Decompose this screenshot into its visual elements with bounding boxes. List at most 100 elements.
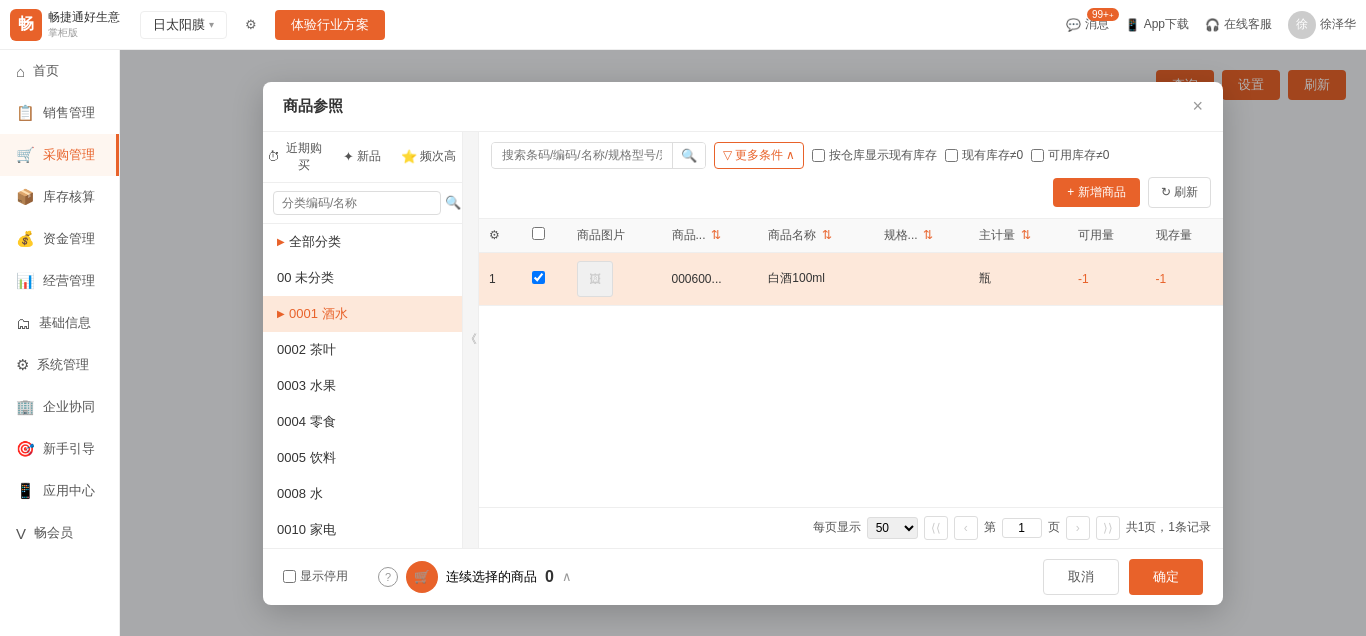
sidebar-item-basic[interactable]: 🗂 基础信息: [0, 302, 119, 344]
refresh-button[interactable]: ↻ 刷新: [1148, 177, 1211, 208]
sidebar-item-member[interactable]: V 畅会员: [0, 512, 119, 554]
sidebar-item-home[interactable]: ⌂ 首页: [0, 50, 119, 92]
new-icon: ✦: [343, 149, 354, 164]
sidebar-item-purchase[interactable]: 🛒 采购管理: [0, 134, 119, 176]
check-usable-nonzero[interactable]: 可用库存≠0: [1031, 147, 1109, 164]
sidebar-item-finance[interactable]: 💰 资金管理: [0, 218, 119, 260]
nav-msg[interactable]: 💬 消息 99++: [1066, 16, 1109, 33]
recent-icon: ⏱: [267, 149, 280, 164]
col-checkbox: [522, 219, 568, 253]
cat-0005[interactable]: 0005 饮料: [263, 440, 462, 476]
row-code: 000600...: [662, 252, 759, 305]
row-checkbox[interactable]: [522, 252, 568, 305]
usable-nonzero-checkbox[interactable]: [1031, 149, 1044, 162]
check-available-nonzero[interactable]: 现有库存≠0: [945, 147, 1023, 164]
row-name: 白酒100ml: [758, 252, 873, 305]
col-name[interactable]: 商品名称 ⇅: [758, 219, 873, 253]
tab-freq[interactable]: ⭐ 频次高: [396, 132, 462, 182]
category-search-input[interactable]: [273, 191, 441, 215]
sidebar: ⌂ 首页 📋 销售管理 🛒 采购管理 📦 库存核算 💰 资金管理 📊 经营管理 …: [0, 50, 120, 636]
sidebar-item-operation[interactable]: 📊 经营管理: [0, 260, 119, 302]
col-unit[interactable]: 主计量 ⇅: [969, 219, 1068, 253]
collapse-panel-button[interactable]: 《: [463, 132, 479, 548]
sort-icon: ⇅: [822, 228, 832, 242]
settings-icon[interactable]: ⚙: [235, 9, 267, 41]
disabled-checkbox[interactable]: [283, 570, 296, 583]
sidebar-item-system[interactable]: ⚙ 系统管理: [0, 344, 119, 386]
filter-icon: ▽: [723, 148, 732, 162]
show-disabled-checkbox[interactable]: 显示停用: [283, 568, 348, 585]
col-stock: 现存量: [1146, 219, 1223, 253]
trial-button[interactable]: 体验行业方案: [275, 10, 385, 40]
col-settings[interactable]: ⚙: [479, 219, 522, 253]
filter-button[interactable]: ▽ 更多条件 ∧: [714, 142, 804, 169]
by-warehouse-checkbox[interactable]: [812, 149, 825, 162]
guide-icon: 🎯: [16, 440, 35, 458]
category-panel: ⏱ 近期购买 ✦ 新品 ⭐ 频次高: [263, 132, 463, 548]
check-by-warehouse[interactable]: 按仓库显示现有库存: [812, 147, 937, 164]
product-search-icon[interactable]: 🔍: [672, 143, 705, 168]
cat-0003[interactable]: 0003 水果: [263, 368, 462, 404]
footer-right: 取消 确定: [1043, 559, 1203, 595]
select-all-checkbox[interactable]: [532, 227, 545, 240]
collapse-up-icon[interactable]: ∧: [562, 569, 572, 584]
add-product-button[interactable]: + 新增商品: [1053, 178, 1139, 207]
cancel-button[interactable]: 取消: [1043, 559, 1119, 595]
category-list: ▶ 全部分类 00 未分类 ▶ 0001 酒水 0002 茶: [263, 224, 462, 548]
last-page-button[interactable]: ⟩⟩: [1096, 516, 1120, 540]
sort-icon: ⇅: [711, 228, 721, 242]
modal-close-button[interactable]: ×: [1192, 96, 1203, 117]
available-nonzero-checkbox[interactable]: [945, 149, 958, 162]
cat-0004[interactable]: 0004 零食: [263, 404, 462, 440]
product-panel: 🔍 ▽ 更多条件 ∧ 按仓库显示现有库存: [479, 132, 1223, 548]
pagination: 每页显示 50 10 20 100 ⟨⟨ ‹ 第 页: [479, 507, 1223, 548]
confirm-button[interactable]: 确定: [1129, 559, 1203, 595]
nav-service[interactable]: 🎧 在线客服: [1205, 16, 1272, 33]
sidebar-item-enterprise[interactable]: 🏢 企业协同: [0, 386, 119, 428]
product-ref-modal: 商品参照 × ⏱ 近期购买 ✦: [263, 82, 1223, 605]
sidebar-item-guide[interactable]: 🎯 新手引导: [0, 428, 119, 470]
tab-new[interactable]: ✦ 新品: [329, 132, 395, 182]
nav-app[interactable]: 📱 App下载: [1125, 16, 1189, 33]
sidebar-item-apps[interactable]: 📱 应用中心: [0, 470, 119, 512]
row-avail: -1: [1068, 252, 1145, 305]
cat-0002[interactable]: 0002 茶叶: [263, 332, 462, 368]
logo-icon: 畅: [10, 9, 42, 41]
nav-right: 💬 消息 99++ 📱 App下载 🎧 在线客服 徐 徐泽华: [1066, 11, 1356, 39]
per-page-select[interactable]: 50 10 20 100: [867, 517, 918, 539]
modal-overlay: 商品参照 × ⏱ 近期购买 ✦: [120, 50, 1366, 636]
sidebar-item-sales[interactable]: 📋 销售管理: [0, 92, 119, 134]
next-page-button[interactable]: ›: [1066, 516, 1090, 540]
table-row[interactable]: 1 🖼 000600... 白酒100ml 瓶: [479, 252, 1223, 305]
cat-00[interactable]: 00 未分类: [263, 260, 462, 296]
page-input[interactable]: [1002, 518, 1042, 538]
cart-icon[interactable]: 🛒: [406, 561, 438, 593]
cat-0001[interactable]: ▶ 0001 酒水: [263, 296, 462, 332]
cat-all[interactable]: ▶ 全部分类: [263, 224, 462, 260]
nav-user[interactable]: 徐 徐泽华: [1288, 11, 1356, 39]
col-code[interactable]: 商品... ⇅: [662, 219, 759, 253]
prev-page-button[interactable]: ‹: [954, 516, 978, 540]
modal-footer: 显示停用 ? 🛒 连续选择的商品 0 ∧ 取消 确定: [263, 548, 1223, 605]
cat-0008[interactable]: 0008 水: [263, 476, 462, 512]
row-select-checkbox[interactable]: [532, 271, 545, 284]
help-icon[interactable]: ?: [378, 567, 398, 587]
tab-recent[interactable]: ⏱ 近期购买: [263, 132, 329, 182]
product-search-input[interactable]: [492, 143, 672, 167]
col-spec[interactable]: 规格... ⇅: [874, 219, 970, 253]
first-page-button[interactable]: ⟨⟨: [924, 516, 948, 540]
category-search-icon[interactable]: 🔍: [445, 195, 461, 210]
logo-text: 畅捷通好生意 掌柜版: [48, 9, 120, 40]
apps-icon: 📱: [16, 482, 35, 500]
content-area: 查询 设置 刷新 商品参照 ×: [120, 50, 1366, 636]
row-stock: -1: [1146, 252, 1223, 305]
store-selector[interactable]: 日太阳膜 ▾: [140, 11, 227, 39]
sales-icon: 📋: [16, 104, 35, 122]
col-avail: 可用量: [1068, 219, 1145, 253]
msg-badge: 99++: [1087, 8, 1119, 21]
inventory-icon: 📦: [16, 188, 35, 206]
chevron-down-icon: ▾: [209, 19, 214, 30]
cat-0010[interactable]: 0010 家电: [263, 512, 462, 548]
sort-icon: ⇅: [923, 228, 933, 242]
sidebar-item-inventory[interactable]: 📦 库存核算: [0, 176, 119, 218]
